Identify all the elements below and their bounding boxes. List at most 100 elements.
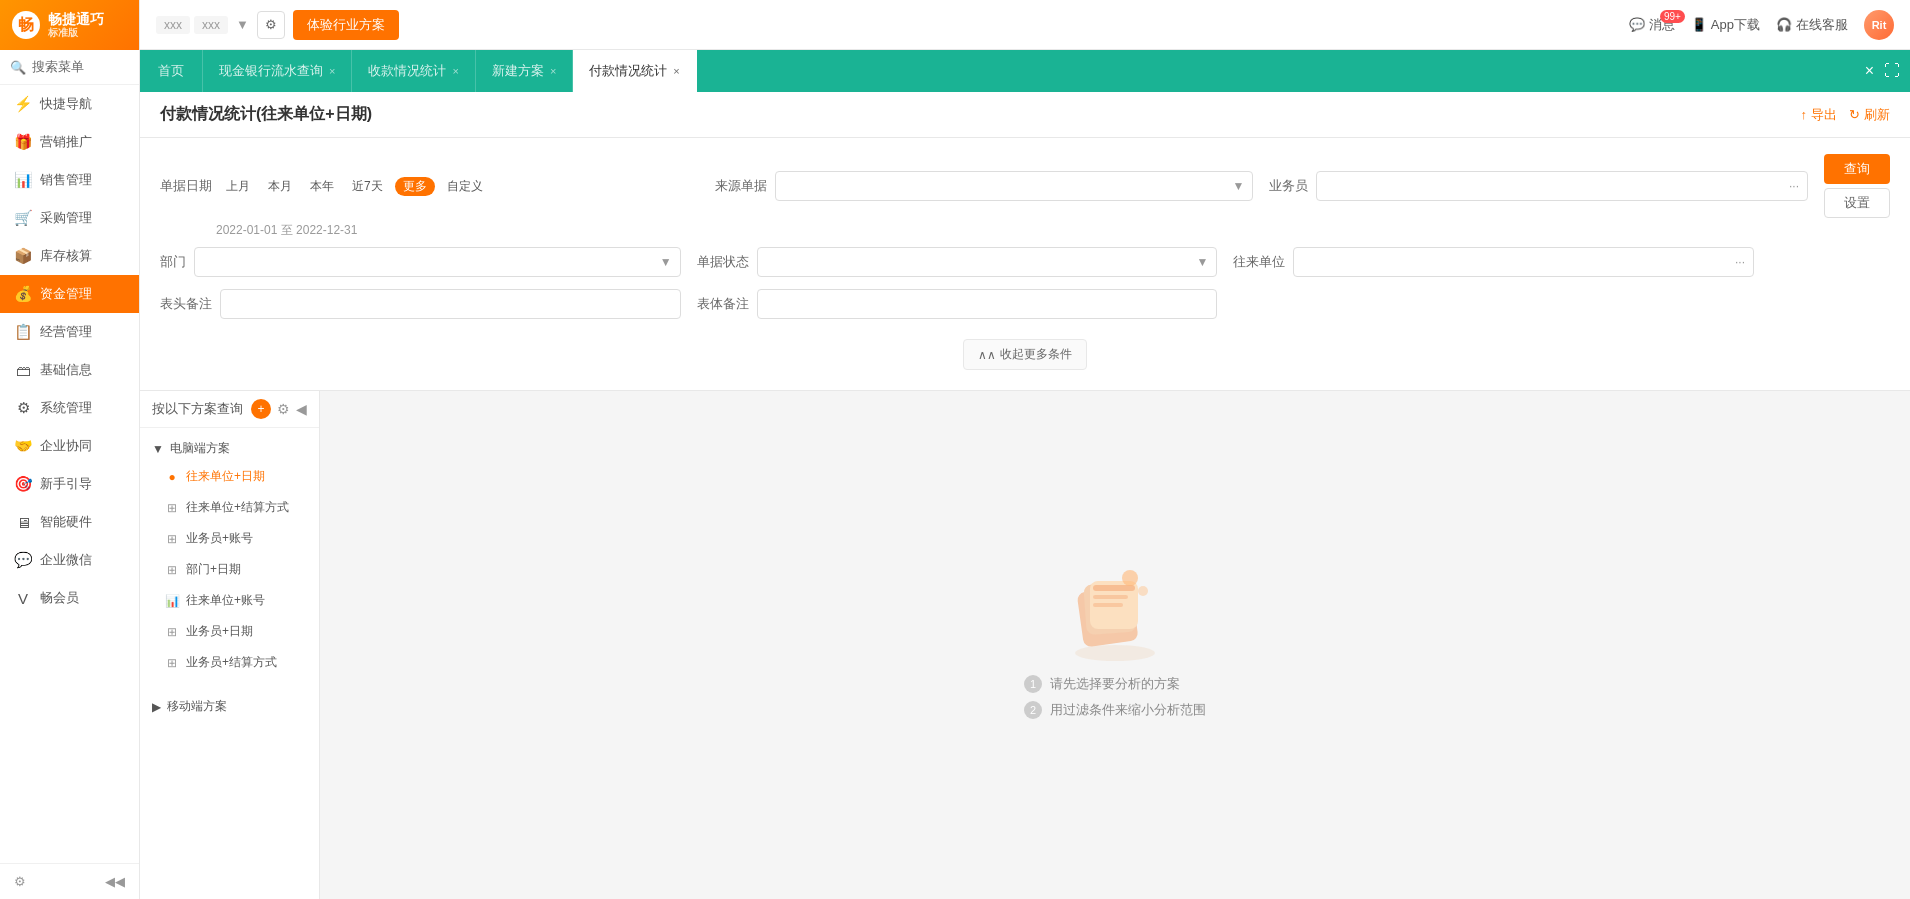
sidebar-item-label: 快捷导航 — [40, 95, 92, 113]
sidebar-item-quick-nav[interactable]: ⚡ 快捷导航 — [0, 85, 139, 123]
guide-icon: 🎯 — [14, 475, 32, 493]
sidebar-collapse-icon[interactable]: ◀◀ — [105, 874, 125, 889]
date-btn-custom[interactable]: 自定义 — [441, 176, 489, 197]
scheme-icon: ⊞ — [164, 531, 180, 547]
tab-new-scheme[interactable]: 新建方案 × — [476, 50, 573, 92]
scheme-item-salesman-date[interactable]: ⊞ 业务员+日期 — [140, 616, 319, 647]
scheme-group-mobile-title[interactable]: ▶ 移动端方案 — [140, 694, 319, 719]
avatar[interactable]: Rit — [1864, 10, 1894, 40]
app-download-btn[interactable]: 📱 App下载 — [1691, 16, 1760, 34]
svg-rect-4 — [1093, 585, 1135, 591]
tab-bank-close[interactable]: × — [329, 65, 335, 77]
marketing-icon: 🎁 — [14, 133, 32, 151]
header-note-input[interactable] — [220, 289, 681, 319]
svg-point-7 — [1122, 570, 1138, 586]
settings-btn[interactable]: 设置 — [1824, 188, 1890, 218]
sidebar-item-inventory[interactable]: 📦 库存核算 — [0, 237, 139, 275]
scheme-group-mobile-label: 移动端方案 — [167, 698, 227, 715]
tab-home[interactable]: 首页 — [140, 50, 203, 92]
sidebar-search[interactable]: 🔍 搜索菜单 — [0, 50, 139, 85]
tab-expand-icon[interactable]: ⛶ — [1884, 62, 1900, 80]
quick-nav-icon: ⚡ — [14, 95, 32, 113]
collapse-label: 收起更多条件 — [1000, 346, 1072, 363]
notification-btn[interactable]: 💬 消息 99+ — [1629, 16, 1675, 34]
sidebar-item-marketing[interactable]: 🎁 营销推广 — [0, 123, 139, 161]
sidebar-item-hardware[interactable]: 🖥 智能硬件 — [0, 503, 139, 541]
body-note-filter: 表体备注 — [697, 289, 1218, 319]
sidebar-item-purchase[interactable]: 🛒 采购管理 — [0, 199, 139, 237]
sidebar-item-guide[interactable]: 🎯 新手引导 — [0, 465, 139, 503]
status-filter: 单据状态 ▼ — [697, 247, 1218, 277]
refresh-btn[interactable]: ↻ 刷新 — [1849, 106, 1890, 124]
empty-state: 1 请先选择要分析的方案 2 用过滤条件来缩小分析范围 — [1024, 563, 1206, 727]
tab-new-close[interactable]: × — [550, 65, 556, 77]
scheme-icon: ⊞ — [164, 624, 180, 640]
date-btn-more[interactable]: 更多 — [395, 177, 435, 196]
online-service-btn[interactable]: 🎧 在线客服 — [1776, 16, 1848, 34]
page-header: 付款情况统计(往来单位+日期) ↑ 导出 ↻ 刷新 — [140, 92, 1910, 138]
date-btn-this-month[interactable]: 本月 — [262, 176, 298, 197]
date-filter: 单据日期 上月 本月 本年 近7天 更多 自定义 — [160, 176, 699, 197]
sidebar-item-capital[interactable]: 💰 资金管理 — [0, 275, 139, 313]
date-btn-7days[interactable]: 近7天 — [346, 176, 389, 197]
scheme-item-partner-settle[interactable]: ⊞ 往来单位+结算方式 — [140, 492, 319, 523]
scheme-item-dept-date[interactable]: ⊞ 部门+日期 — [140, 554, 319, 585]
tab-close-all-icon[interactable]: × — [1865, 62, 1874, 80]
scheme-item-label: 业务员+日期 — [186, 623, 253, 640]
enterprise-icon: 🤝 — [14, 437, 32, 455]
tab-receipt[interactable]: 收款情况统计 × — [352, 50, 475, 92]
tab-payment-close[interactable]: × — [673, 65, 679, 77]
salesman-select[interactable]: ··· — [1316, 171, 1808, 201]
scheme-gear-icon[interactable]: ⚙ — [277, 401, 290, 417]
scheme-add-icon[interactable]: + — [251, 399, 271, 419]
sidebar-item-operations[interactable]: 📋 经营管理 — [0, 313, 139, 351]
sidebar-settings-icon[interactable]: ⚙ — [14, 874, 26, 889]
scheme-item-partner-account[interactable]: 📊 往来单位+账号 — [140, 585, 319, 616]
scheme-item-salesman-account[interactable]: ⊞ 业务员+账号 — [140, 523, 319, 554]
source-select[interactable]: ▼ — [775, 171, 1254, 201]
sidebar-item-label: 营销推广 — [40, 133, 92, 151]
date-btn-this-year[interactable]: 本年 — [304, 176, 340, 197]
page-layout: 付款情况统计(往来单位+日期) ↑ 导出 ↻ 刷新 单 — [140, 92, 1910, 899]
sidebar-item-label: 智能硬件 — [40, 513, 92, 531]
topbar-settings-btn[interactable]: ⚙ — [257, 11, 285, 39]
scheme-group-desktop-title[interactable]: ▼ 电脑端方案 — [140, 436, 319, 461]
date-range-display: 2022-01-01 至 2022-12-31 — [216, 222, 1890, 239]
dept-select[interactable]: ▼ — [194, 247, 681, 277]
scheme-icon: ⊞ — [164, 500, 180, 516]
filter-row-3: 表头备注 表体备注 — [160, 289, 1890, 319]
tab-payment[interactable]: 付款情况统计 × — [573, 50, 696, 92]
sidebar-item-member[interactable]: V 畅会员 — [0, 579, 139, 617]
sidebar-item-system[interactable]: ⚙ 系统管理 — [0, 389, 139, 427]
empty-tip-1: 1 请先选择要分析的方案 — [1024, 675, 1206, 693]
tab-bank[interactable]: 现金银行流水查询 × — [203, 50, 352, 92]
scheme-item-partner-date[interactable]: ● 往来单位+日期 — [140, 461, 319, 492]
tip-num-2: 2 — [1024, 701, 1042, 719]
sidebar-item-sales[interactable]: 📊 销售管理 — [0, 161, 139, 199]
export-btn[interactable]: ↑ 导出 — [1801, 106, 1838, 124]
date-btn-last-month[interactable]: 上月 — [220, 176, 256, 197]
query-btn[interactable]: 查询 — [1824, 154, 1890, 184]
tab-receipt-close[interactable]: × — [452, 65, 458, 77]
industry-btn[interactable]: 体验行业方案 — [293, 10, 399, 40]
sidebar-item-basic-info[interactable]: 🗃 基础信息 — [0, 351, 139, 389]
refresh-icon: ↻ — [1849, 107, 1860, 122]
main-area: xxx xxx ▼ ⚙ 体验行业方案 💬 消息 99+ 📱 App下载 🎧 在线… — [140, 0, 1910, 899]
scheme-collapse-icon[interactable]: ◀ — [296, 401, 307, 417]
partner-select[interactable]: ··· — [1293, 247, 1754, 277]
service-icon: 🎧 — [1776, 17, 1792, 32]
refresh-label: 刷新 — [1864, 106, 1890, 124]
scheme-item-salesman-settle[interactable]: ⊞ 业务员+结算方式 — [140, 647, 319, 678]
app-download-label: App下载 — [1711, 16, 1760, 34]
sidebar-item-wechat[interactable]: 💬 企业微信 — [0, 541, 139, 579]
status-select[interactable]: ▼ — [757, 247, 1218, 277]
dropdown-icon[interactable]: ▼ — [236, 17, 249, 32]
collapse-btn[interactable]: ∧∧ 收起更多条件 — [963, 339, 1087, 370]
dept-label: 部门 — [160, 253, 186, 271]
tab-bank-label: 现金银行流水查询 — [219, 62, 323, 80]
scheme-icon: ⊞ — [164, 562, 180, 578]
sidebar-item-enterprise[interactable]: 🤝 企业协同 — [0, 427, 139, 465]
logo-icon: 畅 — [12, 11, 40, 39]
body-note-input[interactable] — [757, 289, 1218, 319]
sidebar-header: 畅 畅捷通巧 标准版 — [0, 0, 139, 50]
